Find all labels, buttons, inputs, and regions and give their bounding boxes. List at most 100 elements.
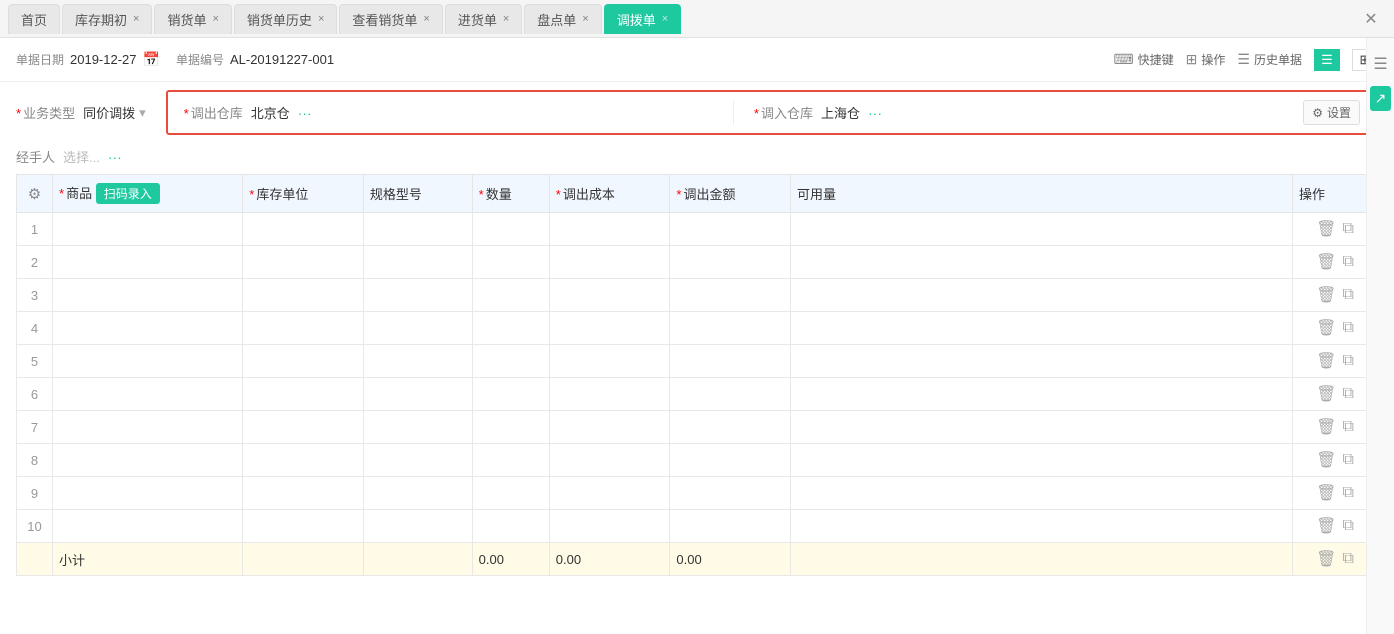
tab-home[interactable]: 首页 — [8, 4, 60, 34]
copy-icon[interactable]: ⧉ — [1342, 385, 1353, 403]
operator-input[interactable]: 选择... — [63, 147, 100, 166]
copy-icon[interactable]: ⧉ — [1342, 418, 1353, 436]
cell-qty[interactable] — [472, 312, 549, 345]
operator-more-btn[interactable]: ··· — [108, 149, 122, 165]
cell-available[interactable] — [790, 246, 1292, 279]
calendar-icon[interactable]: 📅 — [143, 51, 160, 68]
cell-amount[interactable] — [670, 312, 791, 345]
delete-icon[interactable]: 🗑 — [1316, 252, 1336, 272]
cell-cost[interactable]: 0.00 — [549, 543, 670, 576]
cell-amount[interactable] — [670, 411, 791, 444]
cell-available[interactable] — [790, 477, 1292, 510]
history-btn[interactable]: ☰ 历史单据 — [1237, 51, 1302, 68]
copy-icon[interactable]: ⧉ — [1342, 517, 1353, 535]
cell-available[interactable] — [790, 444, 1292, 477]
cell-product[interactable] — [53, 378, 243, 411]
cell-cost[interactable] — [549, 279, 670, 312]
cell-cost[interactable] — [549, 345, 670, 378]
cell-cost[interactable] — [549, 378, 670, 411]
cell-spec[interactable] — [363, 378, 472, 411]
cell-spec[interactable] — [363, 543, 472, 576]
tab-purchase[interactable]: 进货单 × — [445, 4, 522, 34]
cell-available[interactable] — [790, 411, 1292, 444]
cell-product[interactable] — [53, 345, 243, 378]
tab-close-sales-history[interactable]: × — [318, 13, 324, 25]
cell-available[interactable] — [790, 279, 1292, 312]
cell-qty[interactable] — [472, 378, 549, 411]
tab-sales-history[interactable]: 销货单历史 × — [234, 4, 337, 34]
cell-spec[interactable] — [363, 510, 472, 543]
copy-icon[interactable]: ⧉ — [1342, 286, 1353, 304]
cell-qty[interactable] — [472, 510, 549, 543]
copy-icon[interactable]: ⧉ — [1342, 352, 1353, 370]
tab-close-purchase[interactable]: × — [503, 13, 509, 25]
settings-button[interactable]: ⚙ 设置 — [1303, 100, 1360, 125]
cell-cost[interactable] — [549, 444, 670, 477]
cell-cost[interactable] — [549, 510, 670, 543]
cell-spec[interactable] — [363, 345, 472, 378]
tab-close-inventory-check[interactable]: × — [582, 13, 588, 25]
cell-qty[interactable] — [472, 279, 549, 312]
delete-icon[interactable]: 🗑 — [1316, 318, 1336, 338]
cell-qty[interactable] — [472, 477, 549, 510]
delete-icon[interactable]: 🗑 — [1316, 483, 1336, 503]
cell-unit[interactable] — [243, 378, 364, 411]
tab-inventory-check[interactable]: 盘点单 × — [524, 4, 601, 34]
tab-sales[interactable]: 销货单 × — [154, 4, 231, 34]
cell-product[interactable] — [53, 246, 243, 279]
sidebar-list-icon[interactable]: ☰ — [1369, 50, 1391, 78]
cell-available[interactable] — [790, 378, 1292, 411]
tab-close-transfer[interactable]: × — [662, 13, 668, 25]
cell-unit[interactable] — [243, 411, 364, 444]
cell-unit[interactable] — [243, 246, 364, 279]
cell-available[interactable] — [790, 510, 1292, 543]
business-type-dropdown[interactable]: 同价调拨 ▾ — [83, 103, 146, 122]
cell-qty[interactable]: 0.00 — [472, 543, 549, 576]
cell-unit[interactable] — [243, 510, 364, 543]
cell-product[interactable] — [53, 411, 243, 444]
cell-spec[interactable] — [363, 444, 472, 477]
copy-icon[interactable]: ⧉ — [1342, 451, 1353, 469]
cell-unit[interactable] — [243, 279, 364, 312]
cell-spec[interactable] — [363, 477, 472, 510]
cell-unit[interactable] — [243, 312, 364, 345]
cell-available[interactable] — [790, 312, 1292, 345]
copy-icon[interactable]: ⧉ — [1342, 550, 1353, 568]
delete-icon[interactable]: 🗑 — [1316, 450, 1336, 470]
cell-cost[interactable] — [549, 246, 670, 279]
cell-amount[interactable] — [670, 345, 791, 378]
operation-btn[interactable]: ⊞ 操作 — [1186, 51, 1226, 68]
tab-close-sales[interactable]: × — [212, 13, 218, 25]
layout-btn-1[interactable]: ☰ — [1314, 49, 1340, 71]
cell-product[interactable] — [53, 510, 243, 543]
cell-amount[interactable] — [670, 279, 791, 312]
cell-cost[interactable] — [549, 411, 670, 444]
cell-cost[interactable] — [549, 312, 670, 345]
tab-close-view-sales[interactable]: × — [423, 13, 429, 25]
cell-amount[interactable] — [670, 378, 791, 411]
delete-icon[interactable]: 🗑 — [1316, 351, 1336, 371]
cell-amount[interactable]: 0.00 — [670, 543, 791, 576]
cell-qty[interactable] — [472, 246, 549, 279]
cell-qty[interactable] — [472, 411, 549, 444]
copy-icon[interactable]: ⧉ — [1342, 253, 1353, 271]
cell-amount[interactable] — [670, 510, 791, 543]
window-close-button[interactable]: ✕ — [1356, 4, 1386, 34]
cell-amount[interactable] — [670, 246, 791, 279]
cell-product[interactable] — [53, 444, 243, 477]
tab-close-inventory-init[interactable]: × — [133, 13, 139, 25]
cell-product[interactable]: 小计 — [53, 543, 243, 576]
cell-product[interactable] — [53, 312, 243, 345]
gear-icon[interactable]: ⚙ — [28, 186, 41, 203]
cell-product[interactable] — [53, 477, 243, 510]
copy-icon[interactable]: ⧉ — [1342, 220, 1353, 238]
cell-unit[interactable] — [243, 477, 364, 510]
tab-inventory-init[interactable]: 库存期初 × — [62, 4, 152, 34]
cell-spec[interactable] — [363, 312, 472, 345]
cell-unit[interactable] — [243, 345, 364, 378]
cell-amount[interactable] — [670, 444, 791, 477]
cell-available[interactable] — [790, 213, 1292, 246]
cell-amount[interactable] — [670, 213, 791, 246]
delete-icon[interactable]: 🗑 — [1316, 384, 1336, 404]
cell-spec[interactable] — [363, 279, 472, 312]
